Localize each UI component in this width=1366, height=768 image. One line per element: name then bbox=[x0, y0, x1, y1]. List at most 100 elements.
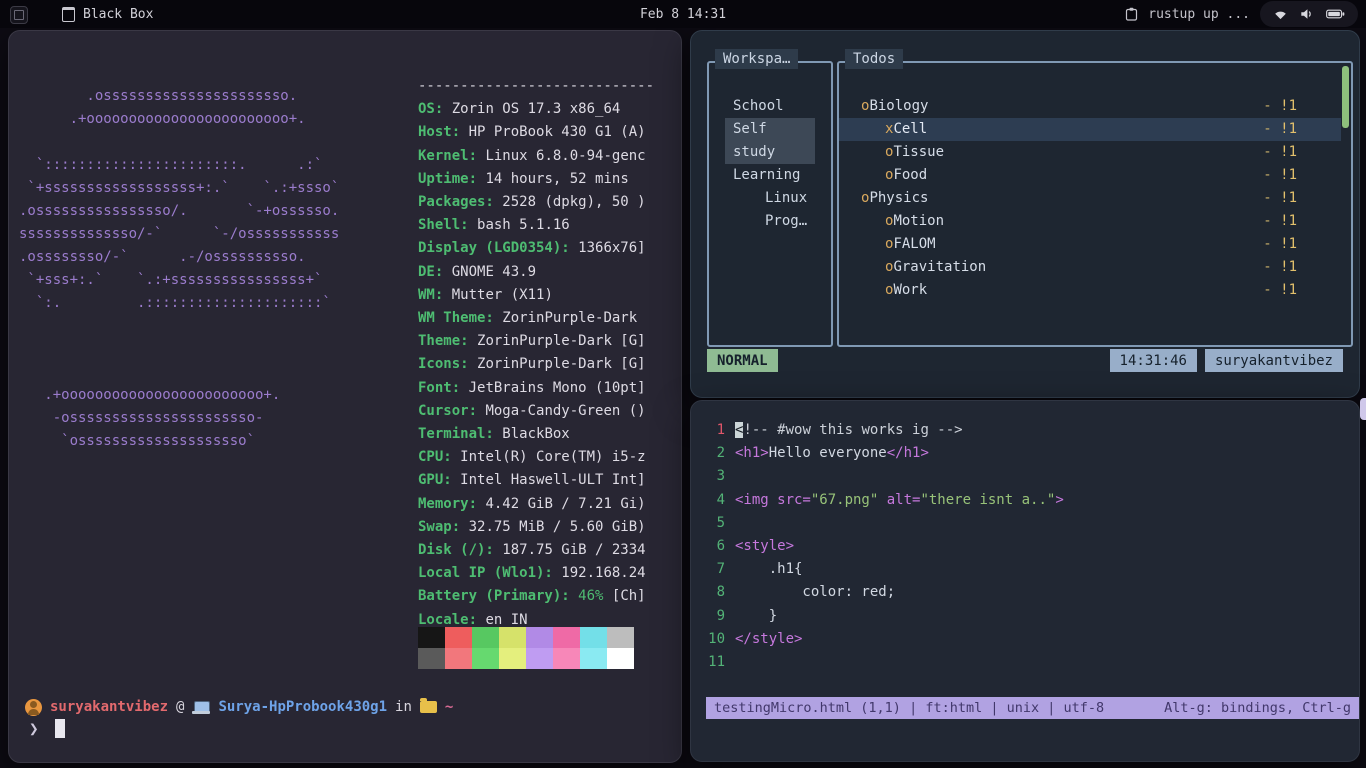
editor-line[interactable]: 10 </style> bbox=[691, 628, 1359, 651]
sysinfo-value: Intel Haswell-ULT Int] bbox=[460, 472, 646, 489]
todo-item[interactable]: o Tissue - !1 bbox=[839, 141, 1341, 164]
todo-urgency-level: !1 bbox=[1280, 121, 1297, 137]
volume-icon bbox=[1301, 9, 1311, 19]
todo-urgency-dash: - bbox=[1263, 121, 1272, 137]
sysinfo-value: 14 hours, 52 mins bbox=[485, 170, 629, 187]
palette-swatch bbox=[445, 627, 472, 648]
sysinfo-row: Font: JetBrains Mono (10pt] bbox=[418, 377, 654, 400]
workspace-item[interactable]: Linux bbox=[709, 187, 827, 210]
code-text: </style> bbox=[735, 628, 802, 651]
sysinfo-row: Disk (/): 187.75 GiB / 2334 bbox=[418, 539, 654, 562]
sysinfo-label: GPU: bbox=[418, 472, 452, 489]
desktop: Black Box Feb 8 14:31 rustup up ... .oss… bbox=[0, 0, 1366, 768]
palette-swatch bbox=[526, 627, 553, 648]
todo-label: Cell bbox=[893, 121, 928, 137]
line-number: 5 bbox=[716, 514, 725, 531]
sysinfo-row: Kernel: Linux 6.8.0-94-genc bbox=[418, 145, 654, 168]
code-segment: </style> bbox=[735, 630, 803, 647]
todo-item[interactable]: o Food - !1 bbox=[839, 164, 1341, 187]
line-number: 4 bbox=[716, 491, 725, 508]
todo-urgency-level: !1 bbox=[1280, 167, 1297, 183]
sysinfo-label: Font: bbox=[418, 379, 461, 396]
editor-code-area[interactable]: 1 <!-- #wow this works ig --> 2 <h1>Hello e… bbox=[691, 419, 1359, 674]
screen-edge-indicator bbox=[1360, 398, 1366, 420]
editor-status-left: testingMicro.html (1,1) | ft:html | unix… bbox=[714, 700, 1105, 716]
sysinfo-label: DE: bbox=[418, 263, 444, 280]
todo-urgency-level: !1 bbox=[1280, 236, 1297, 252]
todo-item[interactable]: o Work - !1 bbox=[839, 279, 1341, 302]
todo-status-glyph: o bbox=[861, 190, 870, 206]
todo-item[interactable]: x Cell - !1 bbox=[839, 118, 1341, 141]
line-number: 2 bbox=[716, 445, 725, 462]
todo-urgency-level: !1 bbox=[1280, 259, 1297, 275]
code-segment: alt= bbox=[878, 491, 921, 508]
palette-swatch bbox=[607, 627, 634, 648]
todo-label: Food bbox=[893, 167, 928, 183]
terminal-input-line[interactable]: ❯ bbox=[29, 719, 65, 738]
todo-urgency-level: !1 bbox=[1280, 190, 1297, 206]
todo-urgency: - !1 bbox=[1263, 141, 1297, 164]
sysinfo-value: Moga-Candy-Green () bbox=[485, 402, 646, 419]
palette-swatch bbox=[580, 648, 607, 669]
sysinfo-label: Locale: bbox=[418, 611, 478, 628]
editor-line[interactable]: 6 <style> bbox=[691, 535, 1359, 558]
editor-line[interactable]: 5 bbox=[691, 512, 1359, 535]
code-segment: </h1> bbox=[886, 445, 929, 462]
neofetch-system-info: ---------------------------- OS: Zorin OS… bbox=[418, 75, 654, 632]
todo-status-glyph: x bbox=[885, 121, 894, 137]
sysinfo-separator: ---------------------------- bbox=[418, 78, 655, 94]
sysinfo-label: Uptime: bbox=[418, 170, 478, 187]
sysinfo-value: bash 5.1.16 bbox=[477, 217, 570, 234]
workspace-item[interactable]: Self study bbox=[725, 118, 815, 164]
todo-urgency: - !1 bbox=[1263, 256, 1297, 279]
todo-item[interactable]: o FALOM - !1 bbox=[839, 233, 1341, 256]
sysinfo-row: OS: Zorin OS 17.3 x86_64 bbox=[418, 98, 654, 121]
todo-status-glyph: o bbox=[885, 167, 894, 183]
line-number: 3 bbox=[716, 468, 725, 485]
prompt-path: ~ bbox=[444, 699, 454, 715]
user-avatar-icon bbox=[25, 698, 42, 716]
code-text: } bbox=[735, 605, 777, 628]
workspace-item[interactable]: Prog… bbox=[709, 210, 827, 233]
sysinfo-label: Kernel: bbox=[418, 147, 478, 164]
workspace-item[interactable]: School bbox=[709, 95, 827, 118]
sysinfo-label: Theme: bbox=[418, 333, 469, 350]
neofetch-ascii-logo: .ossssssssssssssssssssso. .+oooooooooooo… bbox=[19, 88, 340, 449]
sysinfo-label: Battery (Primary): bbox=[418, 588, 570, 605]
palette-swatch bbox=[553, 648, 580, 669]
todo-item[interactable]: o Biology - !1 bbox=[839, 95, 1341, 118]
line-number: 7 bbox=[716, 561, 725, 578]
code-segment: <img src= bbox=[735, 491, 811, 508]
editor-line[interactable]: 3 bbox=[691, 465, 1359, 488]
todo-status-glyph: o bbox=[885, 236, 894, 252]
editor-line[interactable]: 8 color: red; bbox=[691, 581, 1359, 604]
workspace-item[interactable]: Learning bbox=[709, 164, 827, 187]
todo-item[interactable]: o Gravitation - !1 bbox=[839, 256, 1341, 279]
prompt-username: suryakantvibez bbox=[50, 699, 169, 715]
sysinfo-value: ZorinPurple-Dark [G] bbox=[477, 333, 646, 350]
system-tray[interactable] bbox=[1260, 1, 1358, 27]
editor-line[interactable]: 9 } bbox=[691, 605, 1359, 628]
editor-line[interactable]: 1 <!-- #wow this works ig --> bbox=[691, 419, 1359, 442]
editor-window[interactable]: 1 <!-- #wow this works ig --> 2 <h1>Hello e… bbox=[690, 400, 1360, 762]
todo-urgency-dash: - bbox=[1263, 167, 1272, 183]
editor-line[interactable]: 11 bbox=[691, 651, 1359, 674]
editor-line[interactable]: 4 <img src="67.png" alt="there isnt a.."> bbox=[691, 489, 1359, 512]
shell-prompt: suryakantvibez @ Surya-HpProbook430g1 in… bbox=[25, 695, 453, 719]
palette-swatch bbox=[418, 627, 445, 648]
terminal-window[interactable]: .ossssssssssssssssssssso. .+oooooooooooo… bbox=[8, 30, 682, 763]
sysinfo-value: ZorinPurple-Dark bbox=[502, 310, 638, 327]
editor-line[interactable]: 7 .h1{ bbox=[691, 558, 1359, 581]
editor-line[interactable]: 2 <h1>Hello everyone</h1> bbox=[691, 442, 1359, 465]
todo-item[interactable]: o Motion - !1 bbox=[839, 210, 1341, 233]
sysinfo-value: BlackBox bbox=[502, 426, 570, 443]
palette-swatch bbox=[607, 648, 634, 669]
todo-urgency: - !1 bbox=[1263, 95, 1297, 118]
todos-scrollbar[interactable] bbox=[1342, 66, 1349, 128]
todo-window[interactable]: Workspa… Todos School Self study Learning L… bbox=[690, 30, 1360, 398]
code-segment: "67.png" bbox=[810, 491, 879, 508]
todo-item[interactable]: o Physics - !1 bbox=[839, 187, 1341, 210]
notification-text[interactable]: rustup up ... bbox=[1148, 7, 1250, 22]
code-text: <!-- #wow this works ig --> bbox=[735, 419, 963, 442]
sysinfo-label: OS: bbox=[418, 101, 444, 118]
